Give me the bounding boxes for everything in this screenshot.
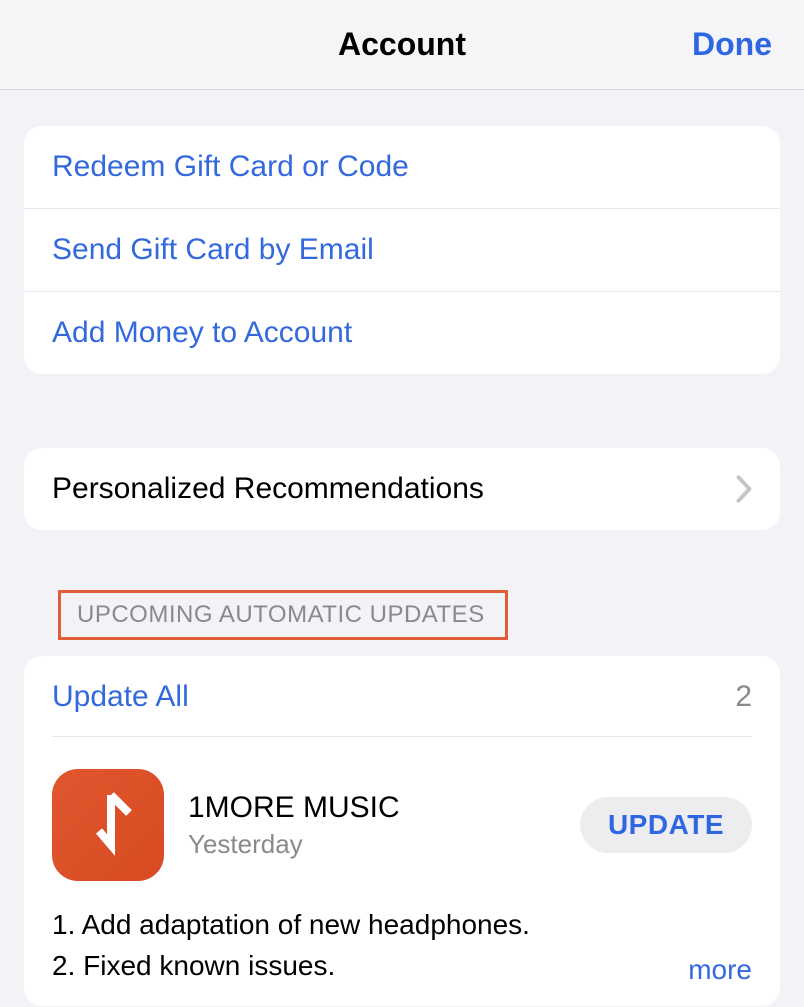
changelog-line-2: 2. Fixed known issues.: [52, 946, 530, 987]
changelog-text: 1. Add adaptation of new headphones. 2. …: [52, 905, 530, 986]
update-count: 2: [735, 680, 752, 714]
updates-section-header-highlight: UPCOMING AUTOMATIC UPDATES: [58, 590, 508, 640]
app-icon-1more-music[interactable]: [52, 769, 164, 881]
updates-card: Update All 2 1MORE MUSIC Yesterday UPDAT…: [24, 656, 780, 1006]
updates-section-header: UPCOMING AUTOMATIC UPDATES: [24, 582, 780, 648]
send-gift-card-link[interactable]: Send Gift Card by Email: [24, 209, 780, 292]
add-money-link[interactable]: Add Money to Account: [24, 292, 780, 374]
app-name: 1MORE MUSIC: [188, 791, 556, 825]
redeem-gift-card-link[interactable]: Redeem Gift Card or Code: [24, 126, 780, 209]
more-link[interactable]: more: [688, 954, 752, 986]
update-all-row: Update All 2: [52, 656, 752, 737]
update-button[interactable]: UPDATE: [580, 797, 752, 853]
personalized-recommendations-row[interactable]: Personalized Recommendations: [24, 448, 780, 530]
app-info: 1MORE MUSIC Yesterday: [188, 791, 556, 860]
page-title: Account: [338, 26, 466, 63]
update-all-button[interactable]: Update All: [52, 680, 189, 714]
personalized-recommendations-label: Personalized Recommendations: [52, 472, 484, 506]
gift-card-section: Redeem Gift Card or Code Send Gift Card …: [24, 126, 780, 374]
done-button[interactable]: Done: [692, 26, 772, 63]
changelog-line-1: 1. Add adaptation of new headphones.: [52, 905, 530, 946]
header-bar: Account Done: [0, 0, 804, 90]
app-update-row: 1MORE MUSIC Yesterday UPDATE: [52, 737, 752, 905]
changelog: 1. Add adaptation of new headphones. 2. …: [52, 905, 752, 986]
app-update-date: Yesterday: [188, 829, 556, 860]
chevron-right-icon: [736, 475, 752, 503]
